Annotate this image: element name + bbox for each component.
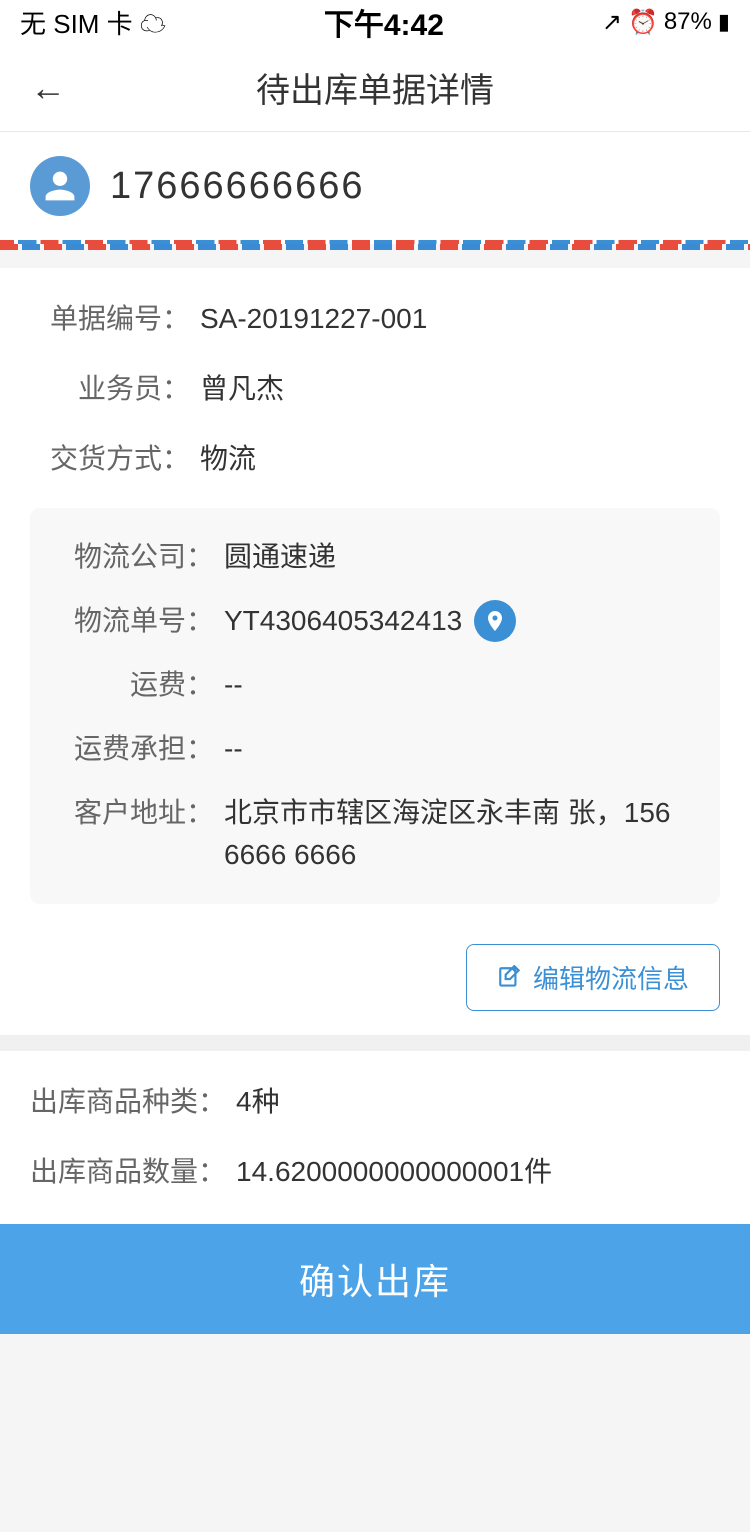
dashed-divider bbox=[0, 244, 750, 250]
status-time: 下午4:42 bbox=[324, 0, 444, 44]
status-bar: 无 SIM 卡 ☁ 下午4:42 ↗ ⏰ 87% ▮ bbox=[0, 0, 750, 44]
gray-separator bbox=[0, 1035, 750, 1051]
goods-types-value: 4种 bbox=[236, 1081, 720, 1123]
logistics-company-row: 物流公司： 圆通速递 bbox=[54, 536, 696, 578]
order-info-section: 单据编号： SA-20191227-001 业务员： 曾凡杰 交货方式： 物流 … bbox=[0, 268, 750, 1035]
logistics-tracking-row: 物流单号： YT4306405342413 bbox=[54, 600, 696, 642]
freight-bear-value: -- bbox=[224, 728, 696, 770]
staff-label: 业务员： bbox=[30, 368, 190, 410]
staff-row: 业务员： 曾凡杰 bbox=[30, 368, 720, 410]
goods-types-label: 出库商品种类： bbox=[30, 1081, 226, 1123]
location-icon-status: ↗ bbox=[602, 8, 622, 37]
tracking-number: YT4306405342413 bbox=[224, 600, 462, 642]
freight-bear-row: 运费承担： -- bbox=[54, 728, 696, 770]
goods-types-row: 出库商品种类： 4种 bbox=[30, 1081, 720, 1123]
staff-value: 曾凡杰 bbox=[200, 368, 720, 410]
customer-phone: 17666666666 bbox=[110, 165, 364, 208]
address-value: 北京市市辖区海淀区永丰南 张，156 6666 6666 bbox=[224, 792, 696, 876]
battery-icon: ▮ bbox=[718, 9, 730, 35]
edit-icon bbox=[497, 965, 523, 991]
confirm-label: 确认出库 bbox=[299, 1253, 451, 1305]
freight-value: -- bbox=[224, 664, 696, 706]
battery-level: 87% bbox=[664, 8, 712, 36]
logistics-tracking-label: 物流单号： bbox=[54, 600, 214, 642]
delivery-label: 交货方式： bbox=[30, 438, 190, 480]
freight-bear-label: 运费承担： bbox=[54, 728, 214, 770]
freight-label: 运费： bbox=[54, 664, 214, 706]
page-title: 待出库单据详情 bbox=[256, 63, 494, 112]
delivery-value: 物流 bbox=[200, 438, 720, 480]
nav-bar: ← 待出库单据详情 bbox=[0, 44, 750, 132]
sim-status: 无 SIM 卡 ☁ bbox=[20, 4, 166, 41]
map-pin-icon bbox=[483, 609, 507, 633]
confirm-button[interactable]: 确认出库 bbox=[0, 1224, 750, 1334]
freight-row: 运费： -- bbox=[54, 664, 696, 706]
logistics-company-label: 物流公司： bbox=[54, 536, 214, 578]
delivery-row: 交货方式： 物流 bbox=[30, 438, 720, 480]
goods-quantity-row: 出库商品数量： 14.6200000000000001件 bbox=[30, 1151, 720, 1193]
edit-logistics-label: 编辑物流信息 bbox=[533, 959, 689, 996]
bottom-spacer bbox=[0, 1332, 750, 1532]
status-left: 无 SIM 卡 ☁ bbox=[20, 4, 166, 41]
logistics-card: 物流公司： 圆通速递 物流单号： YT4306405342413 运费： -- … bbox=[30, 508, 720, 904]
goods-quantity-value: 14.6200000000000001件 bbox=[236, 1151, 720, 1193]
logistics-company-value: 圆通速递 bbox=[224, 536, 696, 578]
goods-quantity-label: 出库商品数量： bbox=[30, 1151, 226, 1193]
avatar-icon bbox=[30, 156, 90, 216]
back-button[interactable]: ← bbox=[30, 67, 80, 109]
address-label: 客户地址： bbox=[54, 792, 214, 834]
tracking-location-button[interactable] bbox=[474, 600, 516, 642]
document-no-row: 单据编号： SA-20191227-001 bbox=[30, 298, 720, 340]
customer-header: 17666666666 bbox=[0, 132, 750, 244]
alarm-icon: ⏰ bbox=[628, 8, 658, 37]
edit-btn-row: 编辑物流信息 bbox=[30, 924, 720, 1035]
status-right: ↗ ⏰ 87% ▮ bbox=[602, 8, 730, 37]
user-icon bbox=[42, 168, 78, 204]
document-no-label: 单据编号： bbox=[30, 298, 190, 340]
document-no-value: SA-20191227-001 bbox=[200, 298, 720, 340]
logistics-tracking-value: YT4306405342413 bbox=[224, 600, 696, 642]
edit-logistics-button[interactable]: 编辑物流信息 bbox=[466, 944, 720, 1011]
address-row: 客户地址： 北京市市辖区海淀区永丰南 张，156 6666 6666 bbox=[54, 792, 696, 876]
